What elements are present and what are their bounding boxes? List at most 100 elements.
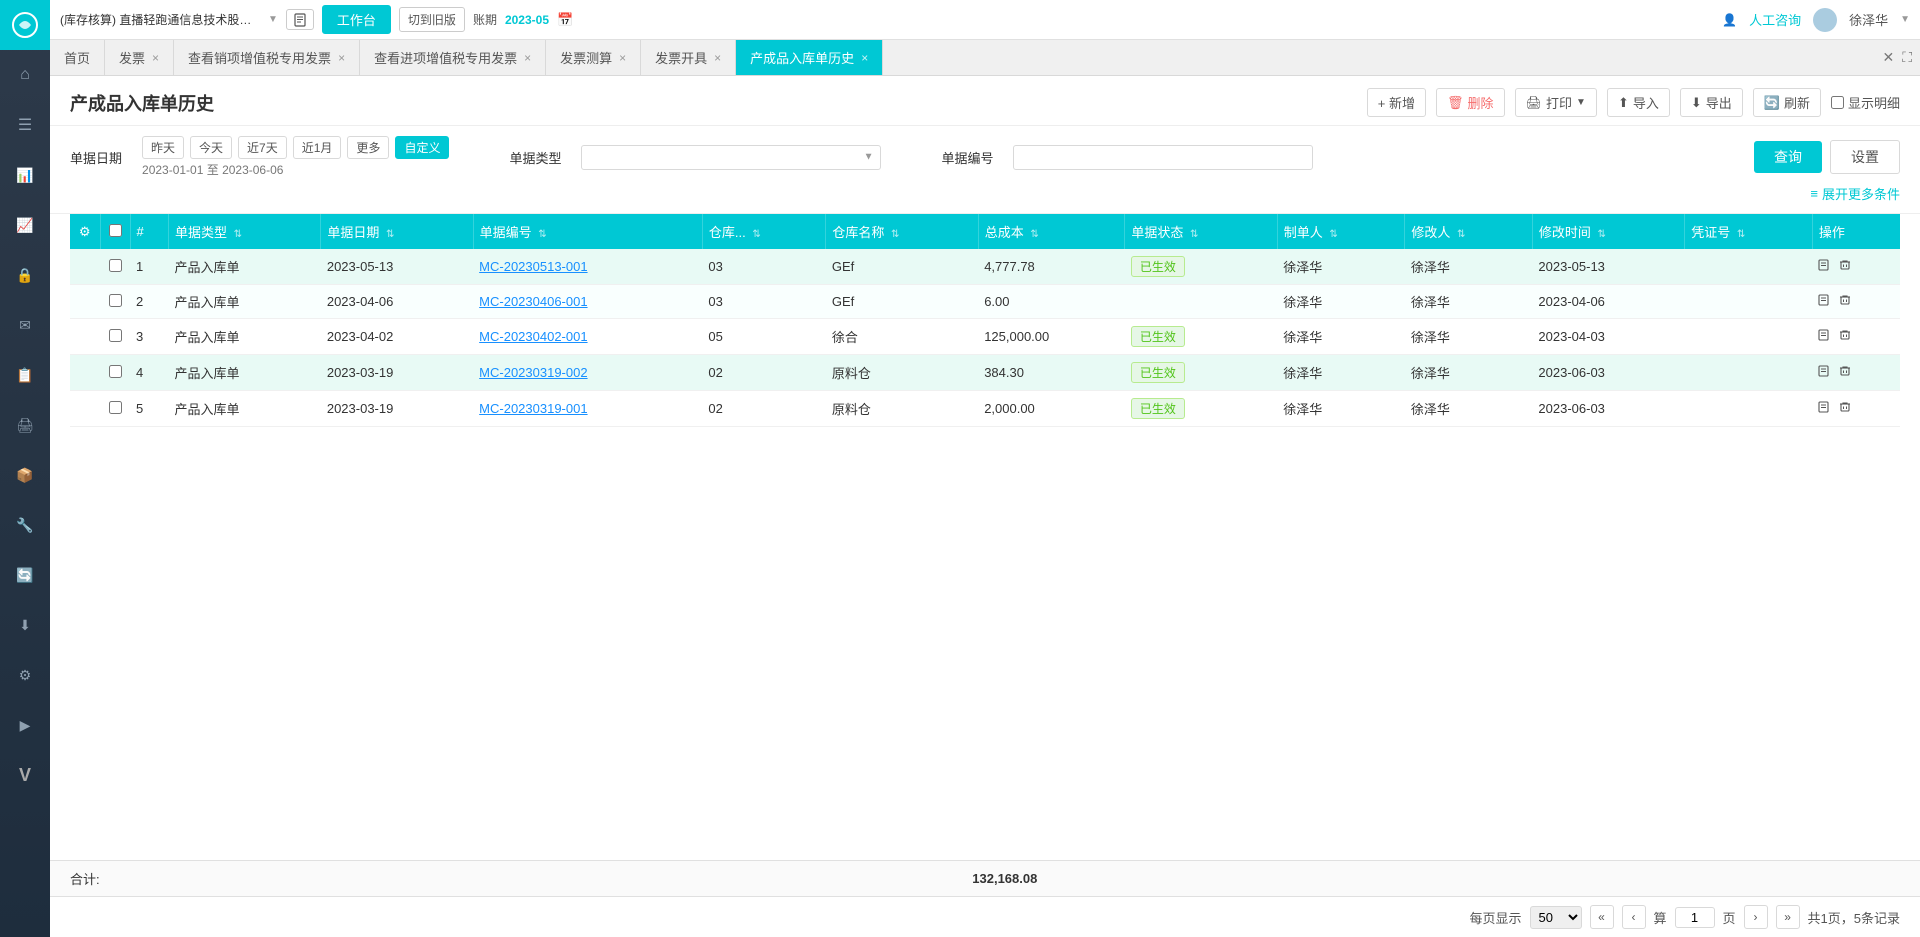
doc-no-link-0[interactable]: MC-20230513-001	[479, 259, 587, 274]
doc-no-input[interactable]	[1013, 145, 1313, 170]
delete-btn[interactable]: 🗑 删除	[1436, 88, 1505, 117]
cell-checkbox-4[interactable]	[100, 391, 130, 427]
doc-no-link-2[interactable]: MC-20230402-001	[479, 329, 587, 344]
app-logo[interactable]	[0, 0, 50, 50]
cell-doc-no-3[interactable]: MC-20230319-002	[473, 355, 702, 391]
sidebar-item-analysis[interactable]: 📈	[0, 200, 50, 250]
doc-type-select[interactable]	[581, 145, 881, 170]
th-doc-status[interactable]: 单据状态 ⇅	[1125, 214, 1277, 249]
cell-doc-no-1[interactable]: MC-20230406-001	[473, 285, 702, 319]
tab-invoice-close[interactable]: ×	[152, 51, 159, 65]
new-btn[interactable]: + 新增	[1367, 88, 1426, 117]
tab-product-history-close[interactable]: ×	[861, 51, 868, 65]
tab-invoice[interactable]: 发票 ×	[105, 40, 174, 76]
sidebar-item-settings[interactable]: ⚙	[0, 650, 50, 700]
date-btn-more[interactable]: 更多	[347, 136, 389, 159]
cell-checkbox-1[interactable]	[100, 285, 130, 319]
doc-no-link-4[interactable]: MC-20230319-001	[479, 401, 587, 416]
date-btn-yesterday[interactable]: 昨天	[142, 136, 184, 159]
workstation-btn[interactable]: 工作台	[322, 5, 391, 34]
date-btn-today[interactable]: 今天	[190, 136, 232, 159]
first-page-btn[interactable]: «	[1590, 905, 1614, 929]
tab-purchase-invoice-close[interactable]: ×	[524, 51, 531, 65]
page-size-select[interactable]: 50 100 200	[1530, 906, 1582, 929]
delete-icon-1[interactable]	[1838, 293, 1852, 310]
row-checkbox-0[interactable]	[109, 259, 122, 272]
date-btn-7days[interactable]: 近7天	[238, 136, 287, 159]
cell-checkbox-0[interactable]	[100, 249, 130, 285]
th-voucher-no[interactable]: 凭证号 ⇅	[1685, 214, 1813, 249]
tab-sales-invoice-close[interactable]: ×	[338, 51, 345, 65]
cell-doc-no-2[interactable]: MC-20230402-001	[473, 319, 702, 355]
th-total-cost[interactable]: 总成本 ⇅	[978, 214, 1125, 249]
sidebar-item-mail[interactable]: ✉	[0, 300, 50, 350]
edit-icon-0[interactable]	[1818, 258, 1832, 275]
cell-doc-no-4[interactable]: MC-20230319-001	[473, 391, 702, 427]
th-settings[interactable]: ⚙	[70, 214, 100, 249]
export-btn[interactable]: ⬇ 导出	[1680, 88, 1743, 117]
sidebar-item-sync[interactable]: 🔄	[0, 550, 50, 600]
sidebar-item-lock[interactable]: 🔒	[0, 250, 50, 300]
th-modify-time[interactable]: 修改时间 ⇅	[1532, 214, 1684, 249]
sidebar-item-download[interactable]: ⬇	[0, 600, 50, 650]
user-service-label[interactable]: 人工咨询	[1749, 10, 1801, 29]
tab-sales-invoice[interactable]: 查看销项增值税专用发票 ×	[174, 40, 360, 76]
row-checkbox-2[interactable]	[109, 329, 122, 342]
edit-icon-4[interactable]	[1818, 400, 1832, 417]
row-checkbox-4[interactable]	[109, 401, 122, 414]
th-warehouse-code[interactable]: 仓库... ⇅	[702, 214, 825, 249]
sidebar-item-menu[interactable]: ☰	[0, 100, 50, 150]
doc-btn[interactable]	[286, 9, 314, 30]
th-creator[interactable]: 制单人 ⇅	[1277, 214, 1405, 249]
show-detail-checkbox-label[interactable]: 显示明细	[1831, 93, 1900, 112]
sidebar-item-tool[interactable]: 🔧	[0, 500, 50, 550]
th-doc-date[interactable]: 单据日期 ⇅	[321, 214, 473, 249]
edit-icon-1[interactable]	[1818, 293, 1832, 310]
th-doc-no[interactable]: 单据编号 ⇅	[473, 214, 702, 249]
show-detail-checkbox[interactable]	[1831, 96, 1844, 109]
user-dropdown-icon[interactable]: ▼	[1900, 14, 1910, 25]
sidebar-item-version[interactable]: V	[0, 750, 50, 800]
sidebar-item-print[interactable]: 🖨	[0, 400, 50, 450]
date-btn-custom[interactable]: 自定义	[395, 136, 449, 159]
tab-home[interactable]: 首页	[50, 40, 105, 76]
delete-icon-2[interactable]	[1838, 328, 1852, 345]
expand-more-btn[interactable]: ≡ 展开更多条件	[1810, 184, 1900, 203]
calendar-icon[interactable]: 📅	[557, 12, 573, 28]
sidebar-item-list[interactable]: 📋	[0, 350, 50, 400]
refresh-btn[interactable]: 🔄 刷新	[1753, 88, 1821, 117]
user-name[interactable]: 徐泽华	[1849, 10, 1888, 29]
tab-product-history[interactable]: 产成品入库单历史 ×	[736, 40, 883, 76]
th-warehouse-name[interactable]: 仓库名称 ⇅	[826, 214, 978, 249]
th-doc-type[interactable]: 单据类型 ⇅	[169, 214, 321, 249]
print-btn[interactable]: 🖨 打印 ▼	[1515, 88, 1597, 117]
edit-icon-3[interactable]	[1818, 364, 1832, 381]
sidebar-item-warehouse[interactable]: 📦	[0, 450, 50, 500]
cell-checkbox-3[interactable]	[100, 355, 130, 391]
cell-doc-no-0[interactable]: MC-20230513-001	[473, 249, 702, 285]
import-btn[interactable]: ⬆ 导入	[1607, 88, 1670, 117]
next-page-btn[interactable]: ›	[1744, 905, 1768, 929]
tab-calc-close[interactable]: ×	[619, 51, 626, 65]
doc-no-link-3[interactable]: MC-20230319-002	[479, 365, 587, 380]
cell-checkbox-2[interactable]	[100, 319, 130, 355]
select-all-checkbox[interactable]	[109, 224, 122, 237]
prev-page-btn[interactable]: ‹	[1622, 905, 1646, 929]
row-checkbox-1[interactable]	[109, 294, 122, 307]
edit-icon-2[interactable]	[1818, 328, 1832, 345]
delete-icon-4[interactable]	[1838, 400, 1852, 417]
sidebar-item-play[interactable]: ▶	[0, 700, 50, 750]
page-input[interactable]	[1675, 907, 1715, 928]
delete-icon-3[interactable]	[1838, 364, 1852, 381]
th-checkbox[interactable]	[100, 214, 130, 249]
search-btn[interactable]: 查询	[1754, 141, 1822, 173]
tab-issue-close[interactable]: ×	[714, 51, 721, 65]
tab-calc[interactable]: 发票测算 ×	[546, 40, 641, 76]
tab-expand-icon[interactable]: ⛶	[1902, 49, 1912, 66]
last-page-btn[interactable]: »	[1776, 905, 1800, 929]
date-btn-1month[interactable]: 近1月	[293, 136, 342, 159]
tab-close-all-icon[interactable]: ✕	[1882, 49, 1894, 66]
delete-icon-0[interactable]	[1838, 258, 1852, 275]
row-checkbox-3[interactable]	[109, 365, 122, 378]
doc-no-link-1[interactable]: MC-20230406-001	[479, 294, 587, 309]
